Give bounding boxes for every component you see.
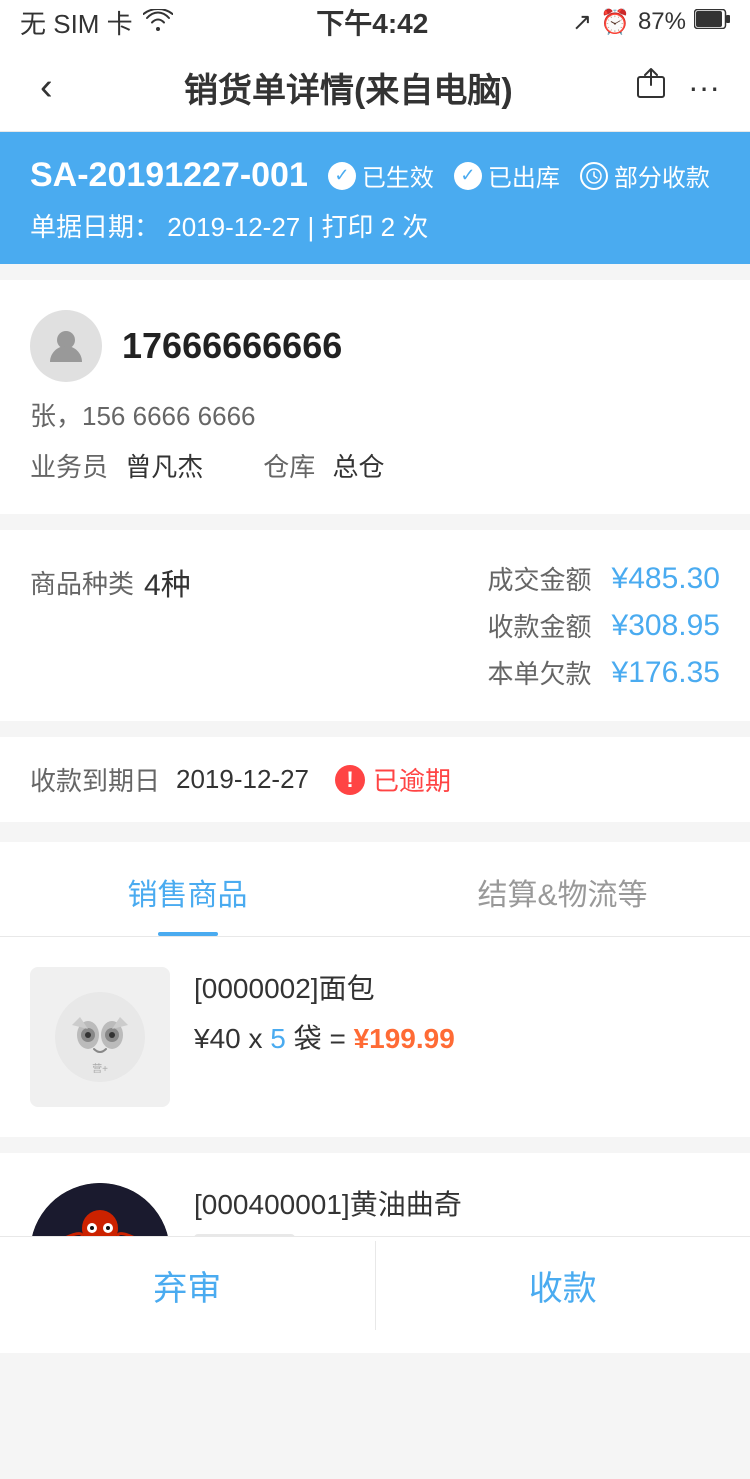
customer-phone: 17666666666	[122, 325, 342, 367]
product-info-1: [0000002]面包 ¥40 x 5 袋 = ¥199.99	[194, 967, 720, 1057]
status-left: 无 SIM 卡	[20, 4, 173, 41]
due-date-section: 收款到期日 2019-12-27 ! 已逾期	[0, 737, 750, 822]
product-thumbnail-1: 营+	[30, 967, 170, 1107]
alarm-icon: ⏰	[600, 8, 630, 37]
salesperson-label: 业务员 曾凡杰	[30, 447, 203, 484]
cancel-review-button[interactable]: 弃审	[0, 1241, 376, 1330]
collect-payment-button[interactable]: 收款	[376, 1241, 750, 1330]
status-badge-outstock: ✓ 已出库	[454, 158, 560, 193]
category-stats: 商品种类 4种	[30, 560, 191, 604]
order-id: SA-20191227-001	[30, 156, 308, 195]
product-price-1: ¥40 x 5 袋 = ¥199.99	[194, 1017, 720, 1057]
customer-row: 17666666666	[30, 310, 720, 382]
product-name-1: [0000002]面包	[194, 967, 720, 1007]
check-icon-2: ✓	[454, 162, 482, 190]
location-icon: ↗	[572, 8, 592, 37]
warehouse-label: 仓库 总仓	[263, 447, 384, 484]
tab-settlement[interactable]: 结算&物流等	[375, 842, 750, 936]
tabs-section: 销售商品 结算&物流等	[0, 842, 750, 937]
avatar	[30, 310, 102, 382]
battery-icon	[694, 8, 730, 36]
overdue-badge: ! 已逾期	[335, 761, 451, 798]
order-status-row: SA-20191227-001 ✓ 已生效 ✓ 已出库 部分收款	[30, 156, 720, 195]
wifi-icon	[143, 7, 173, 38]
clock-icon	[580, 162, 608, 190]
status-right: ↗ ⏰ 87%	[572, 8, 730, 37]
more-icon[interactable]: ···	[688, 69, 720, 106]
order-header-banner: SA-20191227-001 ✓ 已生效 ✓ 已出库 部分收款 单据日期： 2…	[0, 132, 750, 264]
sim-indicator: 无 SIM 卡	[20, 4, 133, 41]
page-title: 销货单详情(来自电脑)	[184, 63, 513, 112]
customer-section: 17666666666 张，156 6666 6666 业务员 曾凡杰 仓库 总…	[0, 280, 750, 514]
product-list: 营+ [0000002]面包 ¥40 x 5 袋 = ¥199.99	[0, 937, 750, 1479]
battery-level: 87%	[638, 8, 686, 36]
list-item: 营+ [0000002]面包 ¥40 x 5 袋 = ¥199.99	[0, 937, 750, 1137]
tab-sales-products[interactable]: 销售商品	[0, 842, 375, 936]
tabs-row: 销售商品 结算&物流等	[0, 842, 750, 936]
deal-amount-row: 成交金额 ¥485.30	[488, 560, 720, 597]
overdue-icon: !	[335, 765, 365, 795]
collection-amount-row: 收款金额 ¥308.95	[488, 607, 720, 644]
time-display: 下午4:42	[316, 2, 428, 42]
check-icon-1: ✓	[328, 162, 356, 190]
product-name-2: [000400001]黄油曲奇	[194, 1183, 720, 1223]
order-date-row: 单据日期： 2019-12-27 | 打印 2 次	[30, 207, 720, 244]
status-badge-partial: 部分收款	[580, 158, 710, 193]
status-badge-effective: ✓ 已生效	[328, 158, 434, 193]
bottom-bar: 弃审 收款	[0, 1236, 750, 1334]
amount-stats: 成交金额 ¥485.30 收款金额 ¥308.95 本单欠款 ¥176.35	[488, 560, 720, 691]
customer-subname: 张，156 6666 6666	[30, 396, 720, 433]
nav-bar: ‹ 销货单详情(来自电脑) ···	[0, 44, 750, 132]
back-button[interactable]: ‹	[30, 56, 63, 119]
svg-text:营+: 营+	[92, 1062, 108, 1075]
share-icon[interactable]	[634, 67, 668, 109]
status-bar: 无 SIM 卡 下午4:42 ↗ ⏰ 87%	[0, 0, 750, 44]
stats-section: 商品种类 4种 成交金额 ¥485.30 收款金额 ¥308.95 本单欠款 ¥…	[0, 530, 750, 721]
debt-amount-row: 本单欠款 ¥176.35	[488, 654, 720, 691]
customer-meta: 业务员 曾凡杰 仓库 总仓	[30, 447, 720, 484]
nav-right-icons: ···	[634, 67, 720, 109]
